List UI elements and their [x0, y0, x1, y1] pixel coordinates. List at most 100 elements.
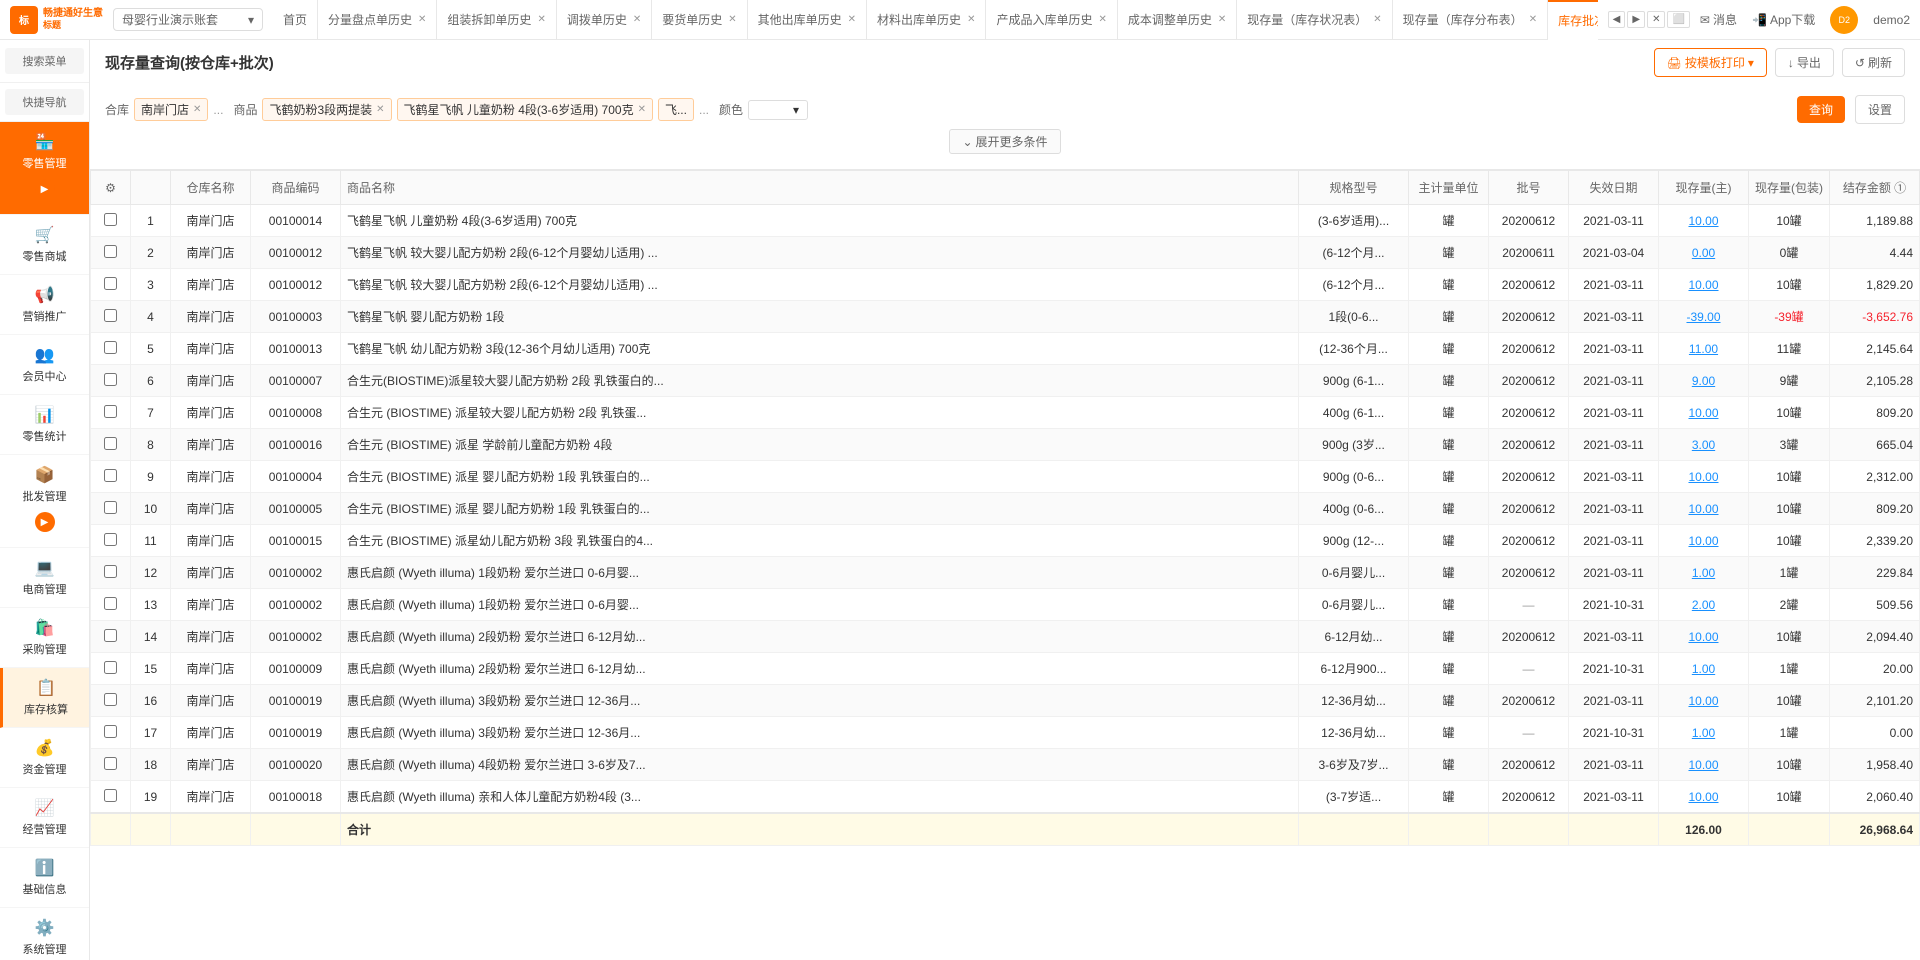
row-check[interactable] [104, 533, 117, 546]
row-qty-main[interactable]: 10.00 [1659, 685, 1749, 717]
row-checkbox[interactable] [91, 749, 131, 781]
row-check[interactable] [104, 341, 117, 354]
industry-selector[interactable]: 母婴行业演示账套 ▾ [113, 8, 263, 31]
row-checkbox[interactable] [91, 269, 131, 301]
row-checkbox[interactable] [91, 717, 131, 749]
sidebar-item-2[interactable]: 📢 营销推广 [0, 275, 89, 335]
row-check[interactable] [104, 469, 117, 482]
row-checkbox[interactable] [91, 237, 131, 269]
warehouse-tag-remove[interactable]: ✕ [193, 104, 201, 115]
row-checkbox[interactable] [91, 397, 131, 429]
sidebar-item-5[interactable]: 📦 批发管理 ▶ [0, 455, 89, 548]
row-check[interactable] [104, 597, 117, 610]
row-checkbox[interactable] [91, 301, 131, 333]
row-qty-main[interactable]: 10.00 [1659, 781, 1749, 814]
row-check[interactable] [104, 437, 117, 450]
sidebar-item-10[interactable]: 📈 经营管理 [0, 788, 89, 848]
tab-close-btn[interactable]: ✕ [728, 14, 736, 25]
row-check[interactable] [104, 629, 117, 642]
tab-close-btn[interactable]: ✕ [633, 14, 641, 25]
warehouse-more[interactable]: ... [213, 103, 223, 117]
top-tab-6[interactable]: 材料出库单历史✕ [867, 0, 986, 40]
col-settings-header[interactable]: ⚙ [91, 171, 131, 205]
row-qty-main[interactable]: 10.00 [1659, 493, 1749, 525]
tab-nav-right-icon[interactable]: ▶ [1627, 11, 1645, 28]
row-qty-main[interactable]: 10.00 [1659, 525, 1749, 557]
color-dropdown[interactable]: ▾ [748, 100, 808, 120]
tab-close-btn[interactable]: ✕ [418, 14, 426, 25]
row-qty-main[interactable]: 10.00 [1659, 461, 1749, 493]
row-qty-main[interactable]: 10.00 [1659, 205, 1749, 237]
search-menu-btn[interactable]: 搜索菜单 [5, 48, 84, 74]
product-tag-1-remove[interactable]: ✕ [376, 104, 384, 115]
row-check[interactable] [104, 277, 117, 290]
tab-more-icon[interactable]: ⬜ [1667, 11, 1689, 28]
sidebar-item-8[interactable]: 📋 库存核算 [0, 668, 89, 728]
top-tab-2[interactable]: 组装拆卸单历史✕ [437, 0, 556, 40]
top-tab-4[interactable]: 要货单历史✕ [652, 0, 747, 40]
row-check[interactable] [104, 757, 117, 770]
row-check[interactable] [104, 661, 117, 674]
row-qty-main[interactable]: 9.00 [1659, 365, 1749, 397]
row-check[interactable] [104, 789, 117, 802]
row-qty-main[interactable]: 1.00 [1659, 557, 1749, 589]
tab-close-btn[interactable]: ✕ [537, 14, 545, 25]
warehouse-tag-1[interactable]: 南岸门店 ✕ [134, 98, 208, 121]
settings-icon[interactable]: ⚙ [105, 181, 116, 195]
sidebar-arrow-0[interactable]: ▶ [35, 179, 55, 199]
row-checkbox[interactable] [91, 205, 131, 237]
tab-close-icon[interactable]: ✕ [1647, 11, 1665, 28]
row-checkbox[interactable] [91, 429, 131, 461]
row-checkbox[interactable] [91, 461, 131, 493]
top-tab-10[interactable]: 现存量（库存分布表）✕ [1393, 0, 1548, 40]
row-checkbox[interactable] [91, 781, 131, 814]
row-checkbox[interactable] [91, 333, 131, 365]
top-tab-9[interactable]: 现存量（库存状况表）✕ [1237, 0, 1392, 40]
query-btn[interactable]: 查询 [1797, 96, 1845, 123]
row-check[interactable] [104, 693, 117, 706]
row-qty-main[interactable]: 10.00 [1659, 621, 1749, 653]
row-check[interactable] [104, 725, 117, 738]
row-checkbox[interactable] [91, 653, 131, 685]
tab-close-btn[interactable]: ✕ [967, 14, 975, 25]
quick-nav-btn[interactable]: 快捷导航 [5, 89, 84, 115]
sidebar-item-6[interactable]: 💻 电商管理 [0, 548, 89, 608]
row-qty-main[interactable]: 10.00 [1659, 269, 1749, 301]
sidebar-item-11[interactable]: ℹ️ 基础信息 [0, 848, 89, 908]
row-check[interactable] [104, 565, 117, 578]
sidebar-arrow-5[interactable]: ▶ [35, 512, 55, 532]
top-tab-1[interactable]: 分量盘点单历史✕ [318, 0, 437, 40]
top-tab-5[interactable]: 其他出库单历史✕ [748, 0, 867, 40]
top-tab-3[interactable]: 调拨单历史✕ [557, 0, 652, 40]
tab-close-btn[interactable]: ✕ [1373, 14, 1381, 25]
tab-close-btn[interactable]: ✕ [1098, 14, 1106, 25]
refresh-btn[interactable]: ↺ 刷新 [1842, 48, 1905, 77]
sidebar-item-3[interactable]: 👥 会员中心 [0, 335, 89, 395]
row-check[interactable] [104, 309, 117, 322]
row-check[interactable] [104, 245, 117, 258]
row-check[interactable] [104, 501, 117, 514]
row-checkbox[interactable] [91, 493, 131, 525]
row-qty-main[interactable]: 10.00 [1659, 397, 1749, 429]
row-qty-main[interactable]: 1.00 [1659, 653, 1749, 685]
row-check[interactable] [104, 405, 117, 418]
product-tag-2-remove[interactable]: ✕ [638, 104, 646, 115]
top-tab-7[interactable]: 产成品入库单历史✕ [986, 0, 1117, 40]
row-qty-main[interactable]: 11.00 [1659, 333, 1749, 365]
product-tag-2[interactable]: 飞鹤星飞帆 儿童奶粉 4段(3-6岁适用) 700克 ✕ [397, 98, 653, 121]
row-qty-main[interactable]: 2.00 [1659, 589, 1749, 621]
product-tag-1[interactable]: 飞鹤奶粉3段两提装 ✕ [262, 98, 391, 121]
top-tab-0[interactable]: 首页 [273, 0, 318, 40]
tab-nav-left-icon[interactable]: ◀ [1608, 11, 1626, 28]
row-checkbox[interactable] [91, 365, 131, 397]
row-qty-main[interactable]: -39.00 [1659, 301, 1749, 333]
tab-close-btn[interactable]: ✕ [1529, 14, 1537, 25]
row-qty-main[interactable]: 3.00 [1659, 429, 1749, 461]
tab-close-btn[interactable]: ✕ [848, 14, 856, 25]
row-checkbox[interactable] [91, 525, 131, 557]
row-check[interactable] [104, 213, 117, 226]
row-checkbox[interactable] [91, 589, 131, 621]
sidebar-item-4[interactable]: 📊 零售统计 [0, 395, 89, 455]
settings-btn[interactable]: 设置 [1855, 95, 1905, 124]
top-tab-11[interactable]: 库存批次账✕ [1548, 0, 1598, 40]
